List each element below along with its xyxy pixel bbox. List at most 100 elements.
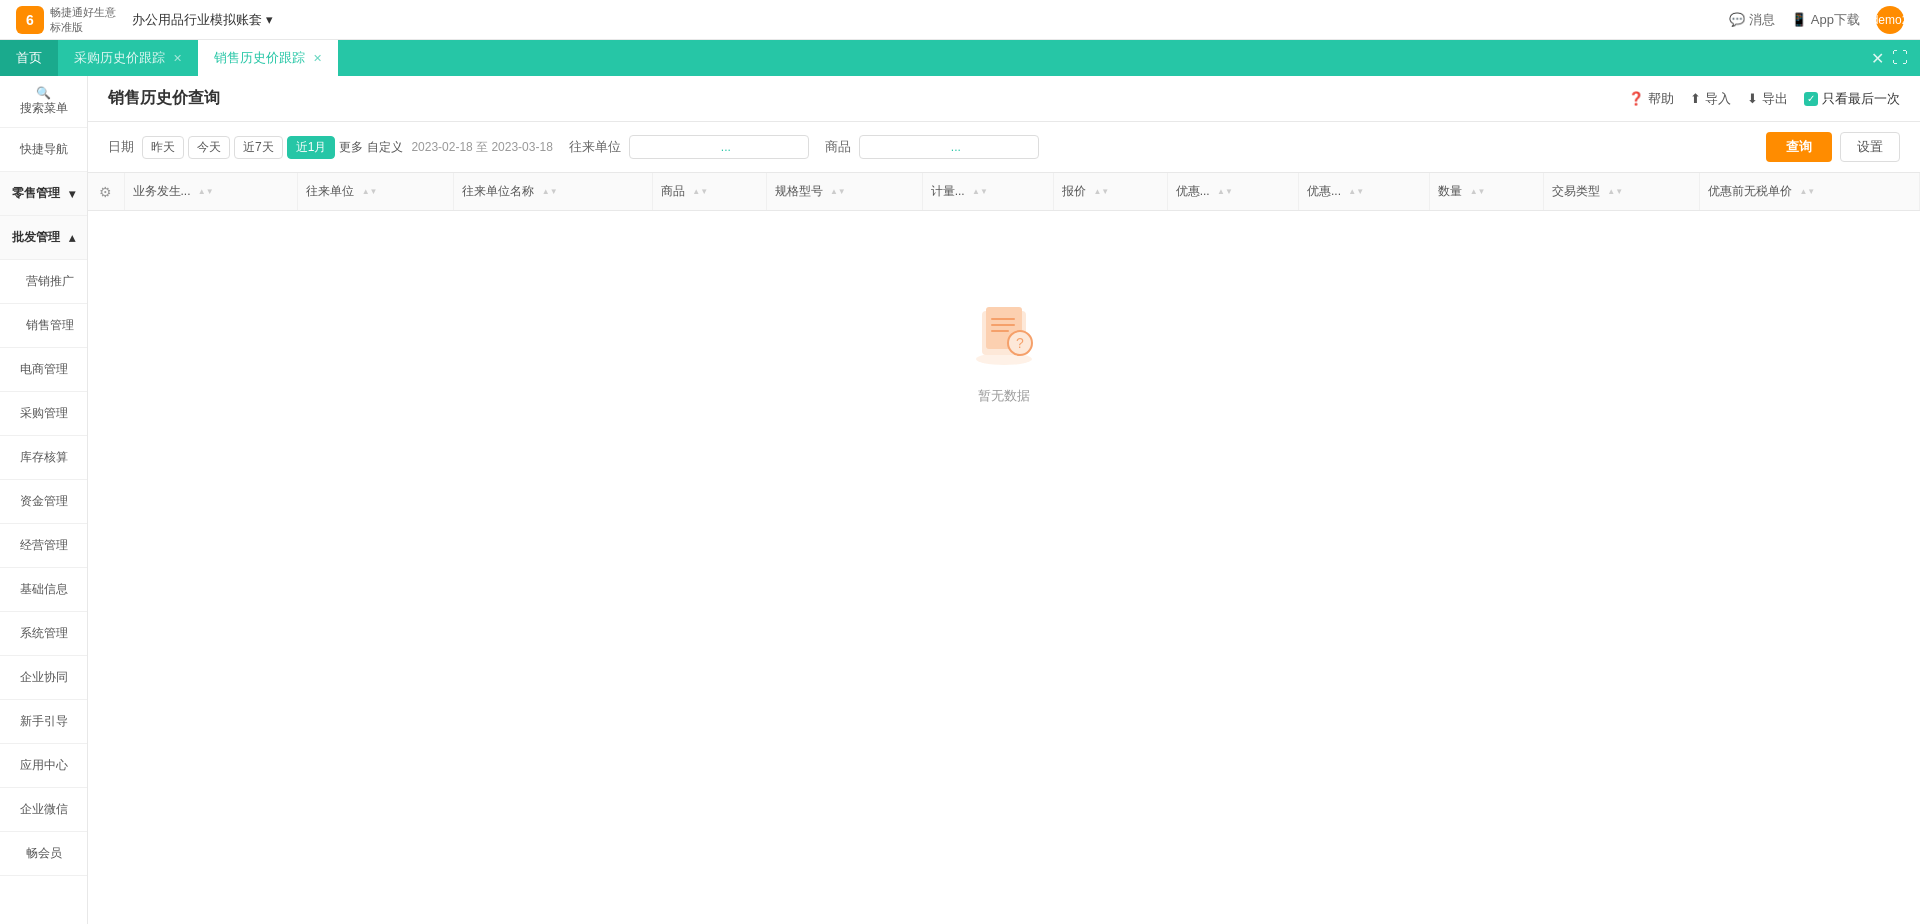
checkbox-icon: ✓	[1804, 92, 1818, 106]
sidebar-item-basic-info[interactable]: 基础信息	[0, 568, 87, 612]
tab-sales-close-icon[interactable]: ✕	[313, 52, 322, 65]
sidebar-item-marketing[interactable]: 营销推广	[0, 260, 87, 304]
col-spec: 规格型号 ▲▼	[766, 173, 922, 211]
col-product: 商品 ▲▼	[653, 173, 767, 211]
date-yesterday-btn[interactable]: 昨天	[142, 136, 184, 159]
sort-icon[interactable]: ▲▼	[830, 187, 846, 196]
chevron-down-icon: ▾	[69, 187, 75, 201]
date-range-text: 2023-02-18 至 2023-03-18	[411, 139, 552, 156]
col-price: 报价 ▲▼	[1054, 173, 1168, 211]
page-title-row: 销售历史价查询 ❓ 帮助 ⬆ 导入 ⬇ 导出 ✓	[108, 88, 1900, 109]
sidebar-item-purchase[interactable]: 采购管理	[0, 392, 87, 436]
col-discount2: 优惠... ▲▼	[1299, 173, 1430, 211]
date-range: 昨天 今天 近7天 近1月 更多 自定义	[142, 136, 403, 159]
sort-icon[interactable]: ▲▼	[362, 187, 378, 196]
sort-icon[interactable]: ▲▼	[1348, 187, 1364, 196]
only-last-checkbox[interactable]: ✓ 只看最后一次	[1804, 90, 1900, 108]
col-date: 业务发生... ▲▼	[124, 173, 298, 211]
download-icon: 📱	[1791, 12, 1807, 27]
svg-text:?: ?	[1016, 335, 1024, 351]
logo-area: 6 畅捷通好生意 标准版	[16, 5, 116, 34]
user-btn[interactable]: demo2	[1876, 6, 1904, 34]
sort-icon[interactable]: ▲▼	[1093, 187, 1109, 196]
page-title: 销售历史价查询	[108, 88, 220, 109]
date-7days-btn[interactable]: 近7天	[234, 136, 283, 159]
sort-icon[interactable]: ▲▼	[1607, 187, 1623, 196]
sort-icon[interactable]: ▲▼	[692, 187, 708, 196]
tab-purchase-close-icon[interactable]: ✕	[173, 52, 182, 65]
tab-bar: 首页 采购历史价跟踪 ✕ 销售历史价跟踪 ✕ ✕ ⛶	[0, 40, 1920, 76]
header-left: 6 畅捷通好生意 标准版 办公用品行业模拟账套 ▾	[16, 5, 281, 34]
empty-state: ? 暂无数据	[88, 211, 1920, 485]
page-actions: ❓ 帮助 ⬆ 导入 ⬇ 导出 ✓ 只看最后一次	[1628, 90, 1900, 108]
workspace-selector[interactable]: 办公用品行业模拟账套 ▾	[124, 7, 281, 33]
close-tab-icon[interactable]: ✕	[1871, 49, 1884, 68]
app-download-btn[interactable]: 📱 App下载	[1791, 11, 1860, 29]
message-btn[interactable]: 💬 消息	[1729, 11, 1775, 29]
page-header: 销售历史价查询 ❓ 帮助 ⬆ 导入 ⬇ 导出 ✓	[88, 76, 1920, 122]
tab-sales-history[interactable]: 销售历史价跟踪 ✕	[198, 40, 338, 76]
product-dots-icon: ...	[951, 140, 1030, 154]
sidebar-item-wholesale[interactable]: 批发管理 ▴	[0, 216, 87, 260]
col-type: 交易类型 ▲▼	[1543, 173, 1699, 211]
sidebar-item-inventory[interactable]: 库存核算	[0, 436, 87, 480]
sidebar-item-operation[interactable]: 经营管理	[0, 524, 87, 568]
import-btn[interactable]: ⬆ 导入	[1690, 90, 1731, 108]
date-label: 日期	[108, 138, 134, 156]
top-header: 6 畅捷通好生意 标准版 办公用品行业模拟账套 ▾ 💬 消息 📱 App下载 d…	[0, 0, 1920, 40]
sort-icon[interactable]: ▲▼	[1470, 187, 1486, 196]
col-partner: 往来单位 ▲▼	[298, 173, 454, 211]
partner-dots-icon: ...	[721, 140, 800, 154]
sidebar-item-wechat[interactable]: 企业微信	[0, 788, 87, 832]
import-icon: ⬆	[1690, 91, 1701, 106]
sidebar-item-collab[interactable]: 企业协同	[0, 656, 87, 700]
sort-icon[interactable]: ▲▼	[198, 187, 214, 196]
partner-filter-group: 往来单位 ...	[569, 135, 809, 159]
date-more-btn[interactable]: 更多	[339, 139, 363, 156]
sort-icon[interactable]: ▲▼	[1799, 187, 1815, 196]
sidebar-item-retail[interactable]: 零售管理 ▾	[0, 172, 87, 216]
tab-purchase-history[interactable]: 采购历史价跟踪 ✕	[58, 40, 198, 76]
sidebar-item-sales[interactable]: 销售管理	[0, 304, 87, 348]
date-1month-btn[interactable]: 近1月	[287, 136, 336, 159]
sidebar-item-app-center[interactable]: 应用中心	[0, 744, 87, 788]
expand-icon[interactable]: ⛶	[1892, 49, 1908, 67]
export-btn[interactable]: ⬇ 导出	[1747, 90, 1788, 108]
sidebar-item-funds[interactable]: 资金管理	[0, 480, 87, 524]
col-pretax-price: 优惠前无税单价 ▲▼	[1700, 173, 1920, 211]
tab-home[interactable]: 首页	[0, 40, 58, 76]
sidebar: 🔍 搜索菜单 快捷导航 零售管理 ▾ 批发管理 ▴ 营销推广 销售管理 电商管理…	[0, 76, 88, 924]
date-custom-btn[interactable]: 自定义	[367, 139, 403, 156]
query-button[interactable]: 查询	[1766, 132, 1832, 162]
empty-text: 暂无数据	[978, 387, 1030, 405]
table-container: ⚙ 业务发生... ▲▼ 往来单位 ▲▼ 往来单位名称 ▲▼	[88, 173, 1920, 924]
content-area: 销售历史价查询 ❓ 帮助 ⬆ 导入 ⬇ 导出 ✓	[88, 76, 1920, 924]
main-layout: 🔍 搜索菜单 快捷导航 零售管理 ▾ 批发管理 ▴ 营销推广 销售管理 电商管理…	[0, 76, 1920, 924]
col-settings: ⚙	[88, 173, 124, 211]
sidebar-item-quick-nav[interactable]: 快捷导航	[0, 128, 87, 172]
gear-icon[interactable]: ⚙	[99, 184, 112, 200]
chevron-up-icon: ▴	[69, 231, 75, 245]
export-icon: ⬇	[1747, 91, 1758, 106]
help-btn[interactable]: ❓ 帮助	[1628, 90, 1674, 108]
sidebar-item-ecommerce[interactable]: 电商管理	[0, 348, 87, 392]
product-input[interactable]: ...	[859, 135, 1039, 159]
sort-icon[interactable]: ▲▼	[542, 187, 558, 196]
col-discount1: 优惠... ▲▼	[1167, 173, 1298, 211]
avatar: demo2	[1876, 6, 1904, 34]
sidebar-item-member[interactable]: 畅会员	[0, 832, 87, 876]
partner-input[interactable]: ...	[629, 135, 809, 159]
sidebar-item-system[interactable]: 系统管理	[0, 612, 87, 656]
sidebar-item-search-menu[interactable]: 🔍 搜索菜单	[0, 76, 87, 128]
sidebar-item-guide[interactable]: 新手引导	[0, 700, 87, 744]
search-menu-icon: 🔍	[36, 86, 51, 100]
product-label: 商品	[825, 138, 851, 156]
message-icon: 💬	[1729, 12, 1745, 27]
filter-row: 日期 昨天 今天 近7天 近1月 更多 自定义 2023-02-18 至 202…	[88, 122, 1920, 173]
sort-icon[interactable]: ▲▼	[1217, 187, 1233, 196]
settings-button[interactable]: 设置	[1840, 132, 1900, 162]
date-today-btn[interactable]: 今天	[188, 136, 230, 159]
logo-icon: 6	[16, 6, 44, 34]
sort-icon[interactable]: ▲▼	[972, 187, 988, 196]
no-data-icon: ?	[964, 291, 1044, 371]
